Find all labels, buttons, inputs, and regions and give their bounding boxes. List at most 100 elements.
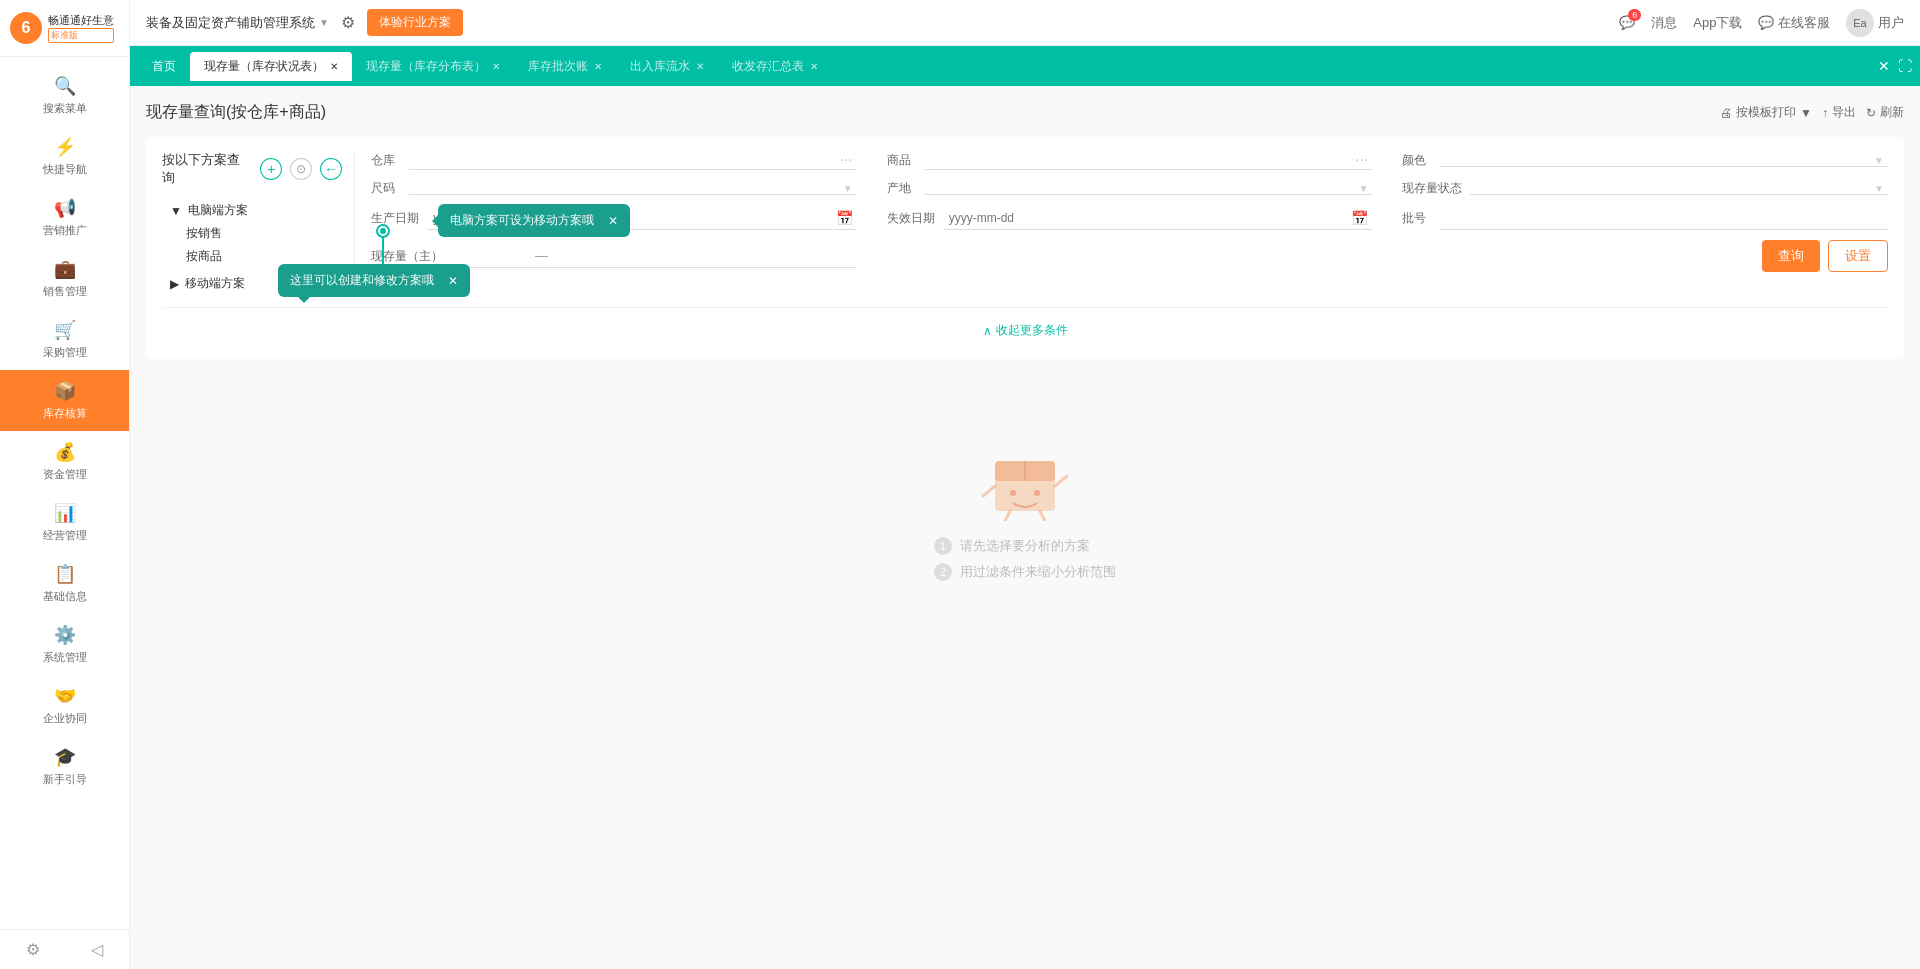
scheme-tooltip-close[interactable]: ✕ <box>608 214 618 228</box>
tab-inventory-dist[interactable]: 现存量（库存分布表） ✕ <box>352 52 514 81</box>
tab-close-all-icon[interactable]: ✕ <box>1878 58 1890 74</box>
system-icon: ⚙️ <box>54 624 76 646</box>
finance-icon: 💰 <box>54 441 76 463</box>
stock-status-arrow[interactable]: ▼ <box>1870 183 1888 194</box>
origin-arrow[interactable]: ▼ <box>1354 183 1372 194</box>
refresh-button[interactable]: ↻ 刷新 <box>1866 104 1904 121</box>
top-header: 装备及固定资产辅助管理系统 ▼ ⚙ 体验行业方案 💬 6 消息 App下载 💬 … <box>130 0 1920 46</box>
tab-bar: 首页 现存量（库存状况表） ✕ 现存量（库存分布表） ✕ 库存批次账 ✕ 出入库… <box>130 46 1920 86</box>
settings-footer-icon[interactable]: ⚙ <box>26 940 40 959</box>
expire-date-calendar-icon[interactable]: 📅 <box>1347 210 1372 226</box>
sidebar-item-label: 库存核算 <box>43 406 87 421</box>
sidebar-logo: 6 畅通通好生意 标准版 <box>0 0 129 57</box>
batch-input[interactable] <box>1440 207 1888 229</box>
expire-date-input[interactable] <box>943 207 1348 229</box>
sidebar-item-inventory[interactable]: 📦 库存核算 <box>0 370 129 431</box>
svg-line-5 <box>1005 511 1010 521</box>
collapse-sidebar-icon[interactable]: ◁ <box>91 940 103 959</box>
tab-summary[interactable]: 收发存汇总表 ✕ <box>718 52 832 81</box>
page-actions: 🖨 按模板打印 ▼ ↑ 导出 ↻ 刷新 <box>1720 104 1904 121</box>
search-menu-icon: 🔍 <box>54 75 76 97</box>
sidebar-item-system[interactable]: ⚙️ 系统管理 <box>0 614 129 675</box>
tab-home[interactable]: 首页 <box>138 52 190 81</box>
system-dropdown-arrow: ▼ <box>319 17 329 28</box>
sidebar-nav: 🔍 搜索菜单 ⚡ 快捷导航 📢 营销推广 💼 销售管理 🛒 采购管理 📦 库存核… <box>0 57 129 929</box>
tab-close-batch-account[interactable]: ✕ <box>594 61 602 72</box>
search-button[interactable]: 查询 <box>1762 240 1820 272</box>
print-button[interactable]: 🖨 按模板打印 ▼ <box>1720 104 1812 121</box>
sidebar-item-cooperation[interactable]: 🤝 企业协同 <box>0 675 129 736</box>
warehouse-dots[interactable]: ··· <box>835 151 856 169</box>
tab-inventory-status[interactable]: 现存量（库存状况表） ✕ <box>190 52 352 81</box>
goods-dots[interactable]: ··· <box>1351 151 1372 169</box>
qty-max-input[interactable] <box>552 245 632 267</box>
system-selector[interactable]: 装备及固定资产辅助管理系统 ▼ <box>146 14 329 32</box>
sidebar-item-quicknav[interactable]: ⚡ 快捷导航 <box>0 126 129 187</box>
size-arrow[interactable]: ▼ <box>839 183 857 194</box>
color-value <box>1440 156 1870 164</box>
color-label: 颜色 <box>1402 152 1432 169</box>
search-buttons: 查询 设置 <box>1402 240 1888 272</box>
sales-icon: 💼 <box>54 258 76 280</box>
cooperation-icon: 🤝 <box>54 685 76 707</box>
filter-header: 按以下方案查询 + ⊙ ← <box>162 151 342 187</box>
scheme-desktop[interactable]: ▼ 电脑端方案 <box>170 199 342 222</box>
tab-close-flow[interactable]: ✕ <box>696 61 704 72</box>
quick-nav-icon: ⚡ <box>54 136 76 158</box>
logo-text: 畅通通好生意 <box>48 13 114 27</box>
export-button[interactable]: ↑ 导出 <box>1822 104 1856 121</box>
produce-date-calendar-icon[interactable]: 📅 <box>832 210 857 226</box>
tab-batch-account-label: 库存批次账 <box>528 58 588 75</box>
message-badge: 6 <box>1628 9 1641 21</box>
user-avatar[interactable]: Ea 用户 <box>1846 9 1904 37</box>
sidebar-item-operations[interactable]: 📊 经营管理 <box>0 492 129 553</box>
inventory-icon: 📦 <box>54 380 76 402</box>
origin-value <box>925 184 1355 192</box>
sidebar-item-basic[interactable]: 📋 基础信息 <box>0 553 129 614</box>
sidebar-item-label: 基础信息 <box>43 589 87 604</box>
system-name: 装备及固定资产辅助管理系统 <box>146 14 315 32</box>
svg-line-6 <box>1040 511 1045 521</box>
message-icon[interactable]: 💬 6 <box>1619 15 1635 30</box>
scheme-desktop-item-sales[interactable]: 按销售 <box>186 222 342 245</box>
online-service-link[interactable]: 💬 在线客服 <box>1758 14 1830 32</box>
tab-bar-end: ✕ ⛶ <box>1878 58 1912 74</box>
tab-close-inventory-status[interactable]: ✕ <box>330 61 338 72</box>
sidebar-item-newbie[interactable]: 🎓 新手引导 <box>0 736 129 797</box>
reset-button[interactable]: 设置 <box>1828 240 1888 272</box>
create-tooltip-close[interactable]: ✕ <box>448 274 458 288</box>
logo-icon: 6 <box>10 12 42 44</box>
copy-scheme-button[interactable]: ⊙ <box>290 158 312 180</box>
settings-icon[interactable]: ⚙ <box>341 13 355 32</box>
export-icon: ↑ <box>1822 106 1828 120</box>
tab-close-summary[interactable]: ✕ <box>810 61 818 72</box>
empty-step-1: 1 请先选择要分析的方案 <box>934 537 1116 555</box>
sidebar-item-finance[interactable]: 💰 资金管理 <box>0 431 129 492</box>
collapse-button[interactable]: ∧ 收起更多条件 <box>983 316 1068 345</box>
trial-button[interactable]: 体验行业方案 <box>367 9 463 36</box>
expire-date-field: 失效日期 📅 <box>887 207 1373 230</box>
stock-status-value <box>1470 184 1870 192</box>
collapse-label: 收起更多条件 <box>996 322 1068 339</box>
sidebar-item-purchase[interactable]: 🛒 采购管理 <box>0 309 129 370</box>
sidebar-item-search[interactable]: 🔍 搜索菜单 <box>0 65 129 126</box>
warehouse-input <box>409 156 835 164</box>
tab-maximize-icon[interactable]: ⛶ <box>1898 58 1912 74</box>
app-download-link[interactable]: App下载 <box>1693 14 1742 32</box>
empty-state: 1 请先选择要分析的方案 2 用过滤条件来缩小分析范围 <box>146 371 1904 641</box>
origin-label: 产地 <box>887 180 917 197</box>
color-arrow[interactable]: ▼ <box>1870 155 1888 166</box>
tab-close-inventory-dist[interactable]: ✕ <box>492 61 500 72</box>
tab-batch-account[interactable]: 库存批次账 ✕ <box>514 52 616 81</box>
svg-point-4 <box>1034 490 1040 496</box>
produce-date-label: 生产日期 <box>371 210 419 227</box>
scheme-sales-label: 按销售 <box>186 225 222 242</box>
sidebar-item-marketing[interactable]: 📢 营销推广 <box>0 187 129 248</box>
add-scheme-button[interactable]: + <box>260 158 282 180</box>
tab-flow[interactable]: 出入库流水 ✕ <box>616 52 718 81</box>
scheme-arrow-button[interactable]: ← <box>320 158 342 180</box>
scheme-tooltip-text: 电脑方案可设为移动方案哦 <box>450 212 594 229</box>
logo-badge: 标准版 <box>48 28 114 43</box>
sidebar-item-sales[interactable]: 💼 销售管理 <box>0 248 129 309</box>
empty-svg <box>975 431 1075 521</box>
